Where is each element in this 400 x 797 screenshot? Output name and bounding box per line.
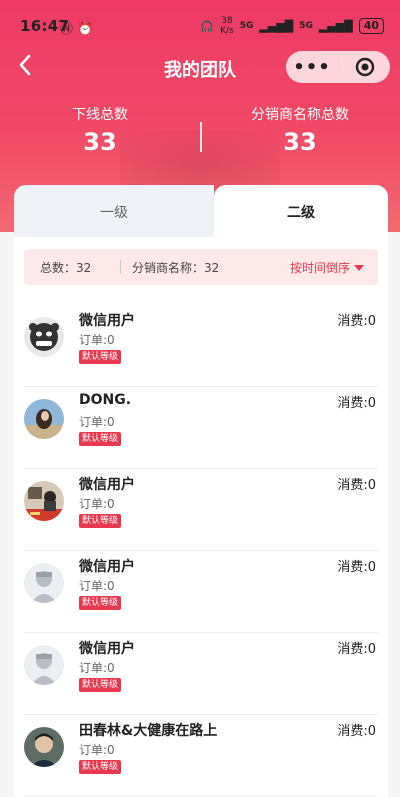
default-avatar-icon — [24, 563, 64, 603]
team-stats: 下线总数 33 分销商名称总数 33 — [0, 104, 400, 164]
signal-5g-2: 5G — [299, 21, 313, 31]
net-speed: 38 K/s — [220, 16, 234, 36]
caret-down-icon — [354, 265, 364, 271]
list-item[interactable]: 微信用户 订单:0 默认等级 消费:0 — [24, 469, 378, 551]
sort-button[interactable]: 按时间倒序 — [290, 259, 364, 276]
avatar — [24, 317, 64, 357]
avatar — [24, 563, 64, 603]
status-right: 🎧 38 K/s 5G ▂▄▆█ 5G ▂▄▆█ 40 — [200, 16, 384, 36]
headphone-icon: 🎧 — [200, 19, 215, 33]
distributor-total: 分销商名称总数 33 — [200, 104, 400, 156]
signal-bars-icon: ▂▄▆█ — [259, 19, 294, 33]
cartoon-mask-avatar-icon — [24, 317, 64, 357]
member-spend: 消费:0 — [337, 314, 376, 329]
member-spend: 消费:0 — [337, 560, 376, 575]
downline-total-label: 下线总数 — [72, 107, 128, 123]
member-orders: 订单:0 — [79, 743, 115, 757]
level-badge: 默认等级 — [79, 432, 122, 446]
level-badge: 默认等级 — [79, 350, 122, 364]
filter-divider — [120, 260, 121, 274]
more-button[interactable]: ••• — [286, 57, 338, 78]
list-item[interactable]: DONG. 订单:0 默认等级 消费:0 — [24, 387, 378, 469]
sort-label: 按时间倒序 — [289, 261, 350, 275]
avatar — [24, 481, 64, 521]
avatar — [24, 727, 64, 767]
level-badge: 默认等级 — [79, 678, 122, 692]
member-spend: 消费:0 — [337, 724, 376, 739]
member-name: 微信用户 — [79, 559, 135, 575]
level-tabs: 一级 二级 — [14, 185, 388, 237]
distributor-total-label: 分销商名称总数 — [251, 107, 349, 123]
avatar — [24, 399, 64, 439]
list-item[interactable]: 微信用户 订单:0 默认等级 消费:0 — [24, 633, 378, 715]
level-badge: 默认等级 — [79, 760, 122, 774]
alarm-icon: ⏰ — [77, 22, 94, 37]
default-avatar-icon — [24, 645, 64, 685]
level-badge: 默认等级 — [79, 514, 122, 528]
member-count: 总数：32 — [40, 261, 92, 275]
filter-bar: 总数：32 分销商名称：32 按时间倒序 — [24, 249, 378, 285]
tab-level-2[interactable]: 二级 — [214, 185, 388, 237]
member-orders: 订单:0 — [79, 333, 115, 347]
list-item[interactable]: 田春林&大健康在路上 订单:0 默认等级 消费:0 — [24, 715, 378, 797]
member-panel: 总数：32 分销商名称：32 按时间倒序 微信用户 订单:0 默认等级 消费:0… — [14, 237, 388, 797]
member-name: 田春林&大健康在路上 — [79, 723, 218, 739]
nfc-icon: Ⓝ — [60, 22, 74, 37]
list-item[interactable]: 微信用户 订单:0 默认等级 消费:0 — [24, 551, 378, 633]
member-spend: 消费:0 — [337, 478, 376, 493]
distributor-count: 分销商名称：32 — [132, 261, 220, 275]
nav-bar: 我的团队 ••• — [0, 48, 400, 88]
member-orders: 订单:0 — [79, 415, 115, 429]
member-name: 微信用户 — [79, 313, 135, 329]
member-name: 微信用户 — [79, 477, 135, 493]
tab-level-1[interactable]: 一级 — [14, 185, 214, 237]
member-name: DONG. — [79, 392, 132, 408]
distributor-total-value: 33 — [283, 128, 317, 156]
member-orders: 订单:0 — [79, 579, 115, 593]
photo-avatar-icon — [24, 399, 64, 439]
member-spend: 消费:0 — [337, 642, 376, 657]
member-spend: 消费:0 — [337, 396, 376, 411]
battery-icon: 40 — [358, 18, 384, 34]
avatar — [24, 645, 64, 685]
signal-bars-icon: ▂▄▆█ — [318, 19, 353, 33]
downline-total: 下线总数 33 — [0, 104, 200, 156]
photo-avatar-icon — [24, 481, 64, 521]
close-miniprogram-button[interactable] — [339, 56, 390, 78]
signal-5g-1: 5G — [239, 21, 254, 31]
member-name: 微信用户 — [79, 641, 135, 657]
notification-icons: Ⓝ ⏰ — [60, 18, 93, 37]
status-bar: 16:47 Ⓝ ⏰ 🎧 38 K/s 5G ▂▄▆█ 5G ▂▄▆█ 40 — [0, 0, 400, 52]
target-icon — [355, 57, 374, 77]
photo-avatar-icon — [24, 727, 64, 767]
member-orders: 订单:0 — [79, 497, 115, 511]
downline-total-value: 33 — [83, 128, 117, 156]
level-badge: 默认等级 — [79, 596, 122, 610]
miniprogram-capsule: ••• — [286, 51, 390, 83]
list-item[interactable]: 微信用户 订单:0 默认等级 消费:0 — [24, 305, 378, 387]
member-list: 微信用户 订单:0 默认等级 消费:0 DONG. 订单:0 默认等级 消费:0 — [24, 305, 378, 797]
member-orders: 订单:0 — [79, 661, 115, 675]
